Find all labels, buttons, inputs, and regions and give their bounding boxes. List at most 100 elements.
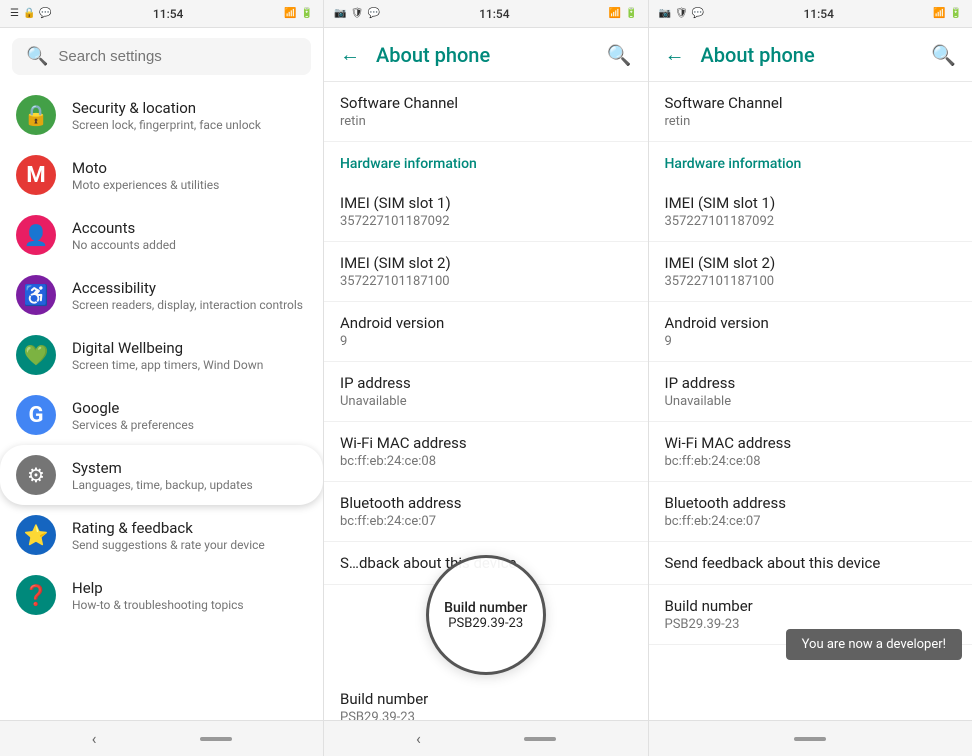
shield-icon: 🔒	[23, 8, 35, 19]
feedback-label-r: Send feedback about this device	[665, 554, 957, 572]
imei1-value: 357227101187092	[340, 214, 632, 229]
status-icons-right: 📷 🛡 💬	[659, 8, 705, 19]
about-item-imei2[interactable]: IMEI (SIM slot 2) 357227101187100	[324, 242, 648, 302]
ip-label: IP address	[340, 374, 632, 392]
back-button-right[interactable]: ←	[665, 42, 685, 67]
about-title-middle: About phone	[376, 43, 591, 67]
camera-icon-right: 📷	[659, 8, 671, 19]
sidebar-item-help[interactable]: ❓ Help How-to & troubleshooting topics	[0, 565, 323, 625]
build-circle-label: Build number	[444, 600, 527, 616]
build-circle: Build number PSB29.39-23	[426, 555, 546, 675]
about-item-software-channel-r[interactable]: Software Channel retin	[649, 82, 972, 142]
nav-home-right[interactable]	[794, 737, 826, 741]
about-item-feedback-r[interactable]: Send feedback about this device	[649, 542, 972, 585]
bt-label-r: Bluetooth address	[665, 494, 957, 512]
help-subtitle: How-to & troubleshooting topics	[72, 598, 307, 612]
software-channel-label: Software Channel	[340, 94, 632, 112]
build-label-r: Build number	[665, 597, 957, 615]
google-icon: G	[16, 395, 56, 435]
status-section-right: 📷 🛡 💬 11:54 📶 🔋	[649, 0, 972, 27]
rating-icon: ⭐	[16, 515, 56, 555]
about-item-bt-r[interactable]: Bluetooth address bc:ff:eb:24:ce:07	[649, 482, 972, 542]
sidebar-item-system[interactable]: ⚙ System Languages, time, backup, update…	[0, 445, 323, 505]
about-title-right: About phone	[701, 43, 916, 67]
battery-icon-mid: 🔋	[625, 8, 637, 19]
wifi-mac-value: bc:ff:eb:24:ce:08	[340, 454, 632, 469]
back-button-middle[interactable]: ←	[340, 42, 360, 67]
battery-icon-right: 🔋	[950, 8, 962, 19]
moto-subtitle: Moto experiences & utilities	[72, 178, 307, 192]
about-panel-right: ← About phone 🔍 Software Channel retin H…	[649, 28, 972, 720]
search-icon-right[interactable]: 🔍	[931, 43, 956, 67]
about-item-ip[interactable]: IP address Unavailable	[324, 362, 648, 422]
settings-list: 🔒 Security & location Screen lock, finge…	[0, 85, 323, 720]
android-version-value-r: 9	[665, 334, 957, 349]
wifi-mac-label: Wi-Fi MAC address	[340, 434, 632, 452]
sidebar-item-accounts[interactable]: 👤 Accounts No accounts added	[0, 205, 323, 265]
accessibility-icon: ♿	[16, 275, 56, 315]
android-version-label-r: Android version	[665, 314, 957, 332]
wellbeing-subtitle: Screen time, app timers, Wind Down	[72, 358, 307, 372]
settings-panel: 🔍 🔒 Security & location Screen lock, fin…	[0, 28, 324, 720]
system-subtitle: Languages, time, backup, updates	[72, 478, 307, 492]
sidebar-item-google[interactable]: G Google Services & preferences	[0, 385, 323, 445]
accounts-subtitle: No accounts added	[72, 238, 307, 252]
accounts-icon: 👤	[16, 215, 56, 255]
message-icon: 💬	[39, 8, 51, 19]
about-header-right: ← About phone 🔍	[649, 28, 972, 82]
help-title: Help	[72, 579, 307, 597]
bt-label: Bluetooth address	[340, 494, 632, 512]
message-icon-right: 💬	[692, 8, 704, 19]
sidebar-item-moto[interactable]: M Moto Moto experiences & utilities	[0, 145, 323, 205]
about-item-bt[interactable]: Bluetooth address bc:ff:eb:24:ce:07	[324, 482, 648, 542]
ip-label-r: IP address	[665, 374, 957, 392]
imei2-label: IMEI (SIM slot 2)	[340, 254, 632, 272]
status-time-right: 11:54	[803, 7, 833, 21]
search-bar[interactable]: 🔍	[12, 38, 311, 75]
nav-section-left: ‹	[0, 721, 324, 756]
status-right-icons-left: 📶 🔋	[284, 8, 313, 19]
imei2-label-r: IMEI (SIM slot 2)	[665, 254, 957, 272]
about-item-software-channel[interactable]: Software Channel retin	[324, 82, 648, 142]
sidebar-item-security[interactable]: 🔒 Security & location Screen lock, finge…	[0, 85, 323, 145]
search-icon: 🔍	[26, 46, 48, 67]
build-value: PSB29.39-23	[340, 710, 632, 720]
nav-home-left[interactable]	[200, 737, 232, 741]
about-header-middle: ← About phone 🔍	[324, 28, 648, 82]
notification-icon: ☰	[10, 8, 19, 19]
nav-back-mid[interactable]: ‹	[416, 729, 421, 748]
wifi-mac-value-r: bc:ff:eb:24:ce:08	[665, 454, 957, 469]
toast-notification: You are now a developer!	[786, 629, 962, 660]
sidebar-item-rating[interactable]: ⭐ Rating & feedback Send suggestions & r…	[0, 505, 323, 565]
software-channel-value-r: retin	[665, 114, 957, 129]
build-label: Build number	[340, 690, 632, 708]
about-item-wifi-mac-r[interactable]: Wi-Fi MAC address bc:ff:eb:24:ce:08	[649, 422, 972, 482]
nav-section-right	[649, 721, 972, 756]
about-item-android[interactable]: Android version 9	[324, 302, 648, 362]
imei1-value-r: 357227101187092	[665, 214, 957, 229]
sidebar-item-accessibility[interactable]: ♿ Accessibility Screen readers, display,…	[0, 265, 323, 325]
about-item-android-r[interactable]: Android version 9	[649, 302, 972, 362]
status-right-icons-right: 📶 🔋	[933, 8, 962, 19]
sidebar-item-wellbeing[interactable]: 💚 Digital Wellbeing Screen time, app tim…	[0, 325, 323, 385]
google-subtitle: Services & preferences	[72, 418, 307, 432]
about-item-ip-r[interactable]: IP address Unavailable	[649, 362, 972, 422]
status-right-icons-mid: 📶 🔋	[609, 8, 638, 19]
nav-back-left[interactable]: ‹	[92, 729, 97, 748]
about-item-imei1[interactable]: IMEI (SIM slot 1) 357227101187092	[324, 182, 648, 242]
nav-section-mid: ‹	[324, 721, 648, 756]
about-item-imei1-r[interactable]: IMEI (SIM slot 1) 357227101187092	[649, 182, 972, 242]
about-item-build[interactable]: Build number PSB29.39-23 Build number PS…	[324, 585, 648, 720]
software-channel-label-r: Software Channel	[665, 94, 957, 112]
search-icon-middle[interactable]: 🔍	[607, 43, 632, 67]
imei1-label-r: IMEI (SIM slot 1)	[665, 194, 957, 212]
nav-home-mid[interactable]	[524, 737, 556, 741]
ip-value: Unavailable	[340, 394, 632, 409]
bt-value-r: bc:ff:eb:24:ce:07	[665, 514, 957, 529]
status-section-mid: 📷 🛡 💬 11:54 📶 🔋	[324, 0, 648, 27]
about-item-wifi-mac[interactable]: Wi-Fi MAC address bc:ff:eb:24:ce:08	[324, 422, 648, 482]
imei1-label: IMEI (SIM slot 1)	[340, 194, 632, 212]
ip-value-r: Unavailable	[665, 394, 957, 409]
about-item-imei2-r[interactable]: IMEI (SIM slot 2) 357227101187100	[649, 242, 972, 302]
search-input[interactable]	[58, 48, 297, 65]
